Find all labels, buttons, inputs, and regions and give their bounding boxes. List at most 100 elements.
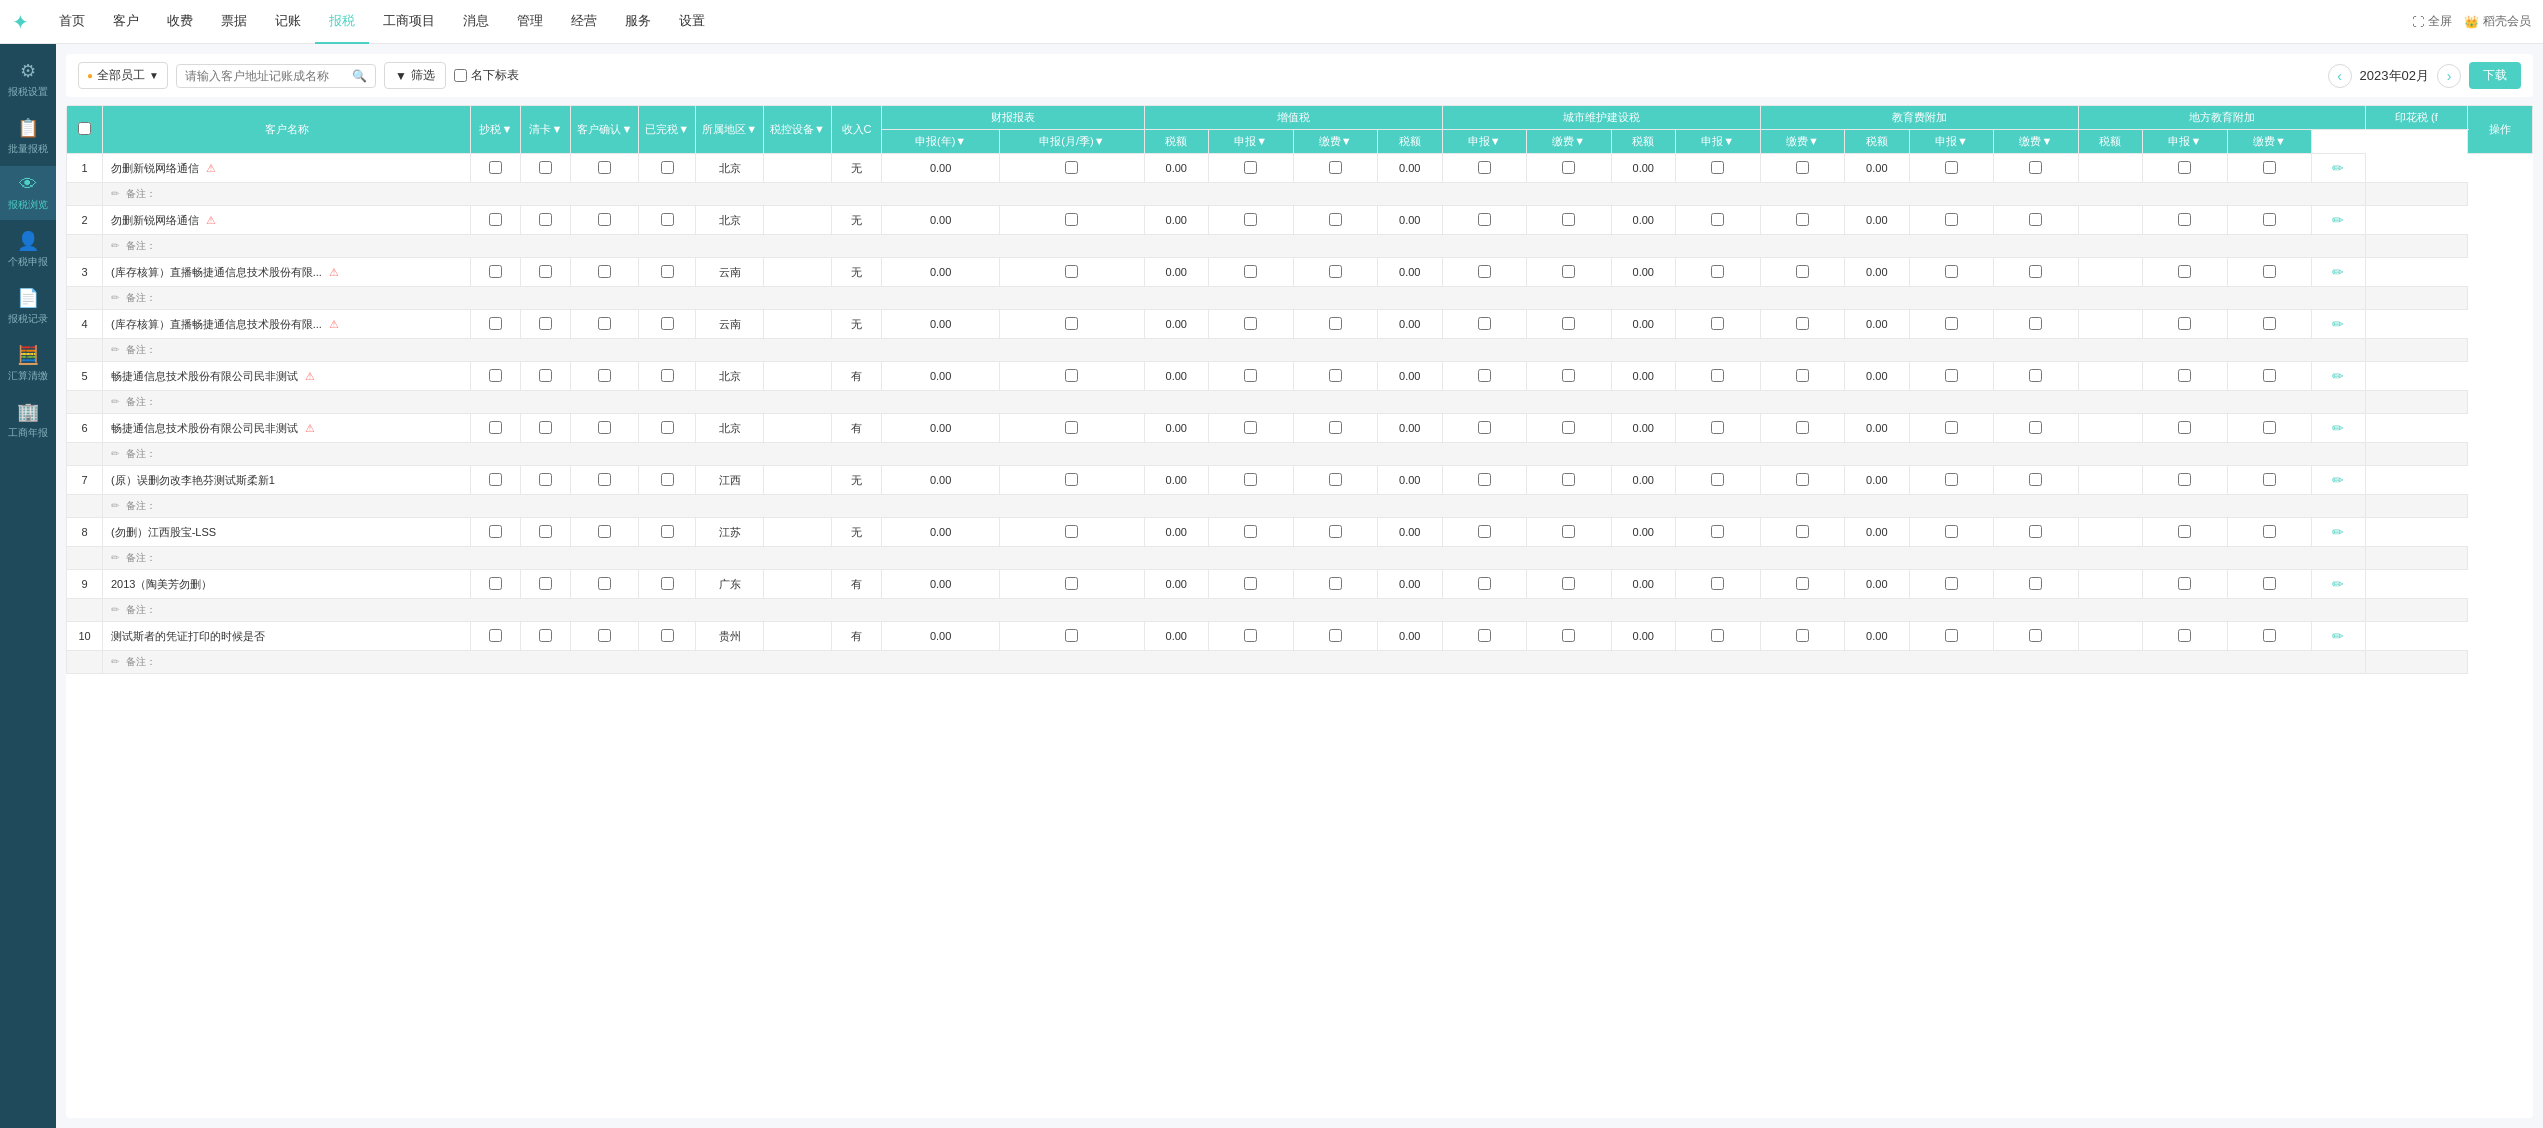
checkbox-label[interactable]: 名下标表 — [454, 67, 519, 84]
row-cs-缴费[interactable] — [1527, 310, 1612, 339]
row-jy-申报[interactable] — [1676, 206, 1761, 235]
zz-缴费-checkbox[interactable] — [1329, 317, 1342, 330]
confirm-checkbox[interactable] — [598, 213, 611, 226]
chaoshu-checkbox[interactable] — [489, 213, 502, 226]
row-annual-cb[interactable] — [1000, 206, 1144, 235]
row-yh-申报[interactable] — [2143, 414, 2228, 443]
row-zz-申报[interactable] — [1208, 570, 1293, 599]
row-edit-btn[interactable]: ✏ — [2312, 154, 2365, 183]
row-zz-缴费[interactable] — [1293, 466, 1378, 495]
row-qingka[interactable] — [521, 466, 571, 495]
row-df-申报[interactable] — [1909, 206, 1994, 235]
chaoshu-checkbox[interactable] — [489, 629, 502, 642]
download-button[interactable]: 下载 — [2469, 62, 2521, 89]
yh-申报-checkbox[interactable] — [2178, 161, 2191, 174]
employee-select[interactable]: ● 全部员工 ▼ — [78, 62, 168, 89]
df-缴费-checkbox[interactable] — [2029, 629, 2042, 642]
search-box[interactable]: 🔍 — [176, 64, 376, 88]
chaoshu-checkbox[interactable] — [489, 161, 502, 174]
row-yh-缴费[interactable] — [2227, 206, 2312, 235]
qingka-checkbox[interactable] — [539, 161, 552, 174]
row-edit-btn[interactable]: ✏ — [2312, 570, 2365, 599]
row-zz-缴费[interactable] — [1293, 414, 1378, 443]
row-jy-缴费[interactable] — [1760, 518, 1845, 547]
row-jy-申报[interactable] — [1676, 154, 1761, 183]
nav-customer[interactable]: 客户 — [99, 0, 153, 44]
row-confirm[interactable] — [571, 206, 639, 235]
zz-申报-checkbox[interactable] — [1244, 213, 1257, 226]
qingka-checkbox[interactable] — [539, 421, 552, 434]
row-yh-申报[interactable] — [2143, 206, 2228, 235]
row-zz-缴费[interactable] — [1293, 154, 1378, 183]
cs-申报-checkbox[interactable] — [1478, 525, 1491, 538]
row-cs-申报[interactable] — [1442, 154, 1527, 183]
row-edit-btn[interactable]: ✏ — [2312, 362, 2365, 391]
chaoshu-checkbox[interactable] — [489, 421, 502, 434]
row-wanshou[interactable] — [639, 570, 696, 599]
row-qingka[interactable] — [521, 206, 571, 235]
row-yh-缴费[interactable] — [2227, 362, 2312, 391]
row-qingka[interactable] — [521, 414, 571, 443]
row-cs-申报[interactable] — [1442, 310, 1527, 339]
zz-缴费-checkbox[interactable] — [1329, 629, 1342, 642]
row-chaoshu[interactable] — [471, 570, 521, 599]
jy-申报-checkbox[interactable] — [1711, 317, 1724, 330]
row-yh-申报[interactable] — [2143, 154, 2228, 183]
row-df-申报[interactable] — [1909, 622, 1994, 651]
row-wanshou[interactable] — [639, 206, 696, 235]
yh-缴费-checkbox[interactable] — [2263, 161, 2276, 174]
row-yh-申报[interactable] — [2143, 310, 2228, 339]
confirm-checkbox[interactable] — [598, 421, 611, 434]
row-df-缴费[interactable] — [1994, 206, 2079, 235]
row-zz-申报[interactable] — [1208, 466, 1293, 495]
row-annual-cb[interactable] — [1000, 310, 1144, 339]
qingka-checkbox[interactable] — [539, 369, 552, 382]
edit-button[interactable]: ✏ — [2330, 366, 2346, 386]
row-qingka[interactable] — [521, 570, 571, 599]
row-yh-缴费[interactable] — [2227, 414, 2312, 443]
jy-申报-checkbox[interactable] — [1711, 421, 1724, 434]
row-qingka[interactable] — [521, 362, 571, 391]
row-zz-缴费[interactable] — [1293, 570, 1378, 599]
edit-button[interactable]: ✏ — [2330, 574, 2346, 594]
row-df-缴费[interactable] — [1994, 258, 2079, 287]
row-wanshou[interactable] — [639, 154, 696, 183]
cs-申报-checkbox[interactable] — [1478, 629, 1491, 642]
zz-申报-checkbox[interactable] — [1244, 577, 1257, 590]
row-df-申报[interactable] — [1909, 310, 1994, 339]
row-jy-缴费[interactable] — [1760, 414, 1845, 443]
select-all-checkbox[interactable] — [78, 122, 91, 135]
yh-缴费-checkbox[interactable] — [2263, 629, 2276, 642]
cs-申报-checkbox[interactable] — [1478, 161, 1491, 174]
row-df-缴费[interactable] — [1994, 154, 2079, 183]
df-申报-checkbox[interactable] — [1945, 213, 1958, 226]
row-yh-申报[interactable] — [2143, 466, 2228, 495]
chaoshu-checkbox[interactable] — [489, 265, 502, 278]
row-confirm[interactable] — [571, 570, 639, 599]
nav-fee[interactable]: 收费 — [153, 0, 207, 44]
row-cs-申报[interactable] — [1442, 206, 1527, 235]
row-zz-缴费[interactable] — [1293, 310, 1378, 339]
df-申报-checkbox[interactable] — [1945, 577, 1958, 590]
row-zz-缴费[interactable] — [1293, 362, 1378, 391]
qingka-checkbox[interactable] — [539, 629, 552, 642]
row-annual-cb[interactable] — [1000, 518, 1144, 547]
jy-申报-checkbox[interactable] — [1711, 161, 1724, 174]
row-edit-btn[interactable]: ✏ — [2312, 414, 2365, 443]
row-annual-cb[interactable] — [1000, 414, 1144, 443]
annual-checkbox[interactable] — [1065, 629, 1078, 642]
row-edit-btn[interactable]: ✏ — [2312, 310, 2365, 339]
annual-checkbox[interactable] — [1065, 525, 1078, 538]
zz-缴费-checkbox[interactable] — [1329, 265, 1342, 278]
row-df-缴费[interactable] — [1994, 466, 2079, 495]
row-zz-申报[interactable] — [1208, 622, 1293, 651]
cs-缴费-checkbox[interactable] — [1562, 473, 1575, 486]
cs-缴费-checkbox[interactable] — [1562, 525, 1575, 538]
wanshou-checkbox[interactable] — [661, 421, 674, 434]
annual-checkbox[interactable] — [1065, 161, 1078, 174]
df-缴费-checkbox[interactable] — [2029, 369, 2042, 382]
row-edit-btn[interactable]: ✏ — [2312, 518, 2365, 547]
row-zz-申报[interactable] — [1208, 518, 1293, 547]
row-cs-申报[interactable] — [1442, 518, 1527, 547]
wanshou-checkbox[interactable] — [661, 577, 674, 590]
